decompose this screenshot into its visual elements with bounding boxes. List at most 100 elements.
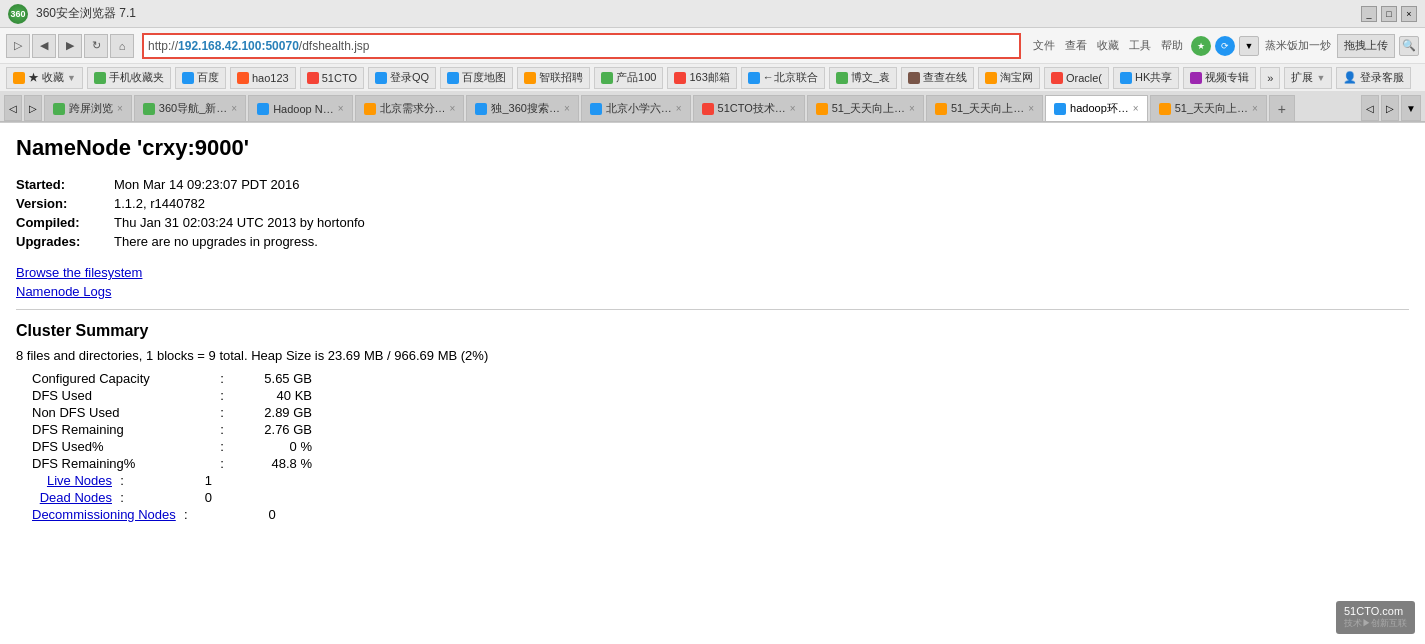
new-tab-button[interactable]: + (1269, 95, 1295, 121)
back-button[interactable]: ◀ (32, 34, 56, 58)
sync-icon[interactable]: ⟳ (1215, 36, 1235, 56)
url-host: 192.168.42.100:50070 (178, 39, 299, 53)
tab-close-icon[interactable]: × (1252, 103, 1258, 114)
dropdown-icon[interactable]: ▼ (1239, 36, 1259, 56)
tab-ctrl-right[interactable]: ▷ (24, 95, 42, 121)
tab-close-icon[interactable]: × (790, 103, 796, 114)
tab-hadoop-env[interactable]: hadoop环… × (1045, 95, 1148, 121)
360-icon[interactable]: ★ (1191, 36, 1211, 56)
tab-51-up2[interactable]: 51_天天向上… × (926, 95, 1043, 121)
bookmark-taobao[interactable]: 淘宝网 (978, 67, 1040, 89)
bookmark-login[interactable]: 👤 登录客服 (1336, 67, 1411, 89)
tab-360nav[interactable]: 360导航_新… × (134, 95, 246, 121)
started-label: Started: (16, 177, 106, 192)
tab-close-icon[interactable]: × (564, 103, 570, 114)
tab-close-icon[interactable]: × (909, 103, 915, 114)
dead-nodes-link[interactable]: Dead Nodes (40, 490, 112, 505)
menu-tools[interactable]: 工具 (1125, 38, 1155, 53)
menu-view[interactable]: 查看 (1061, 38, 1091, 53)
link-section: Browse the filesystem Namenode Logs (16, 265, 1409, 299)
home-button[interactable]: ⌂ (110, 34, 134, 58)
tab-close-icon[interactable]: × (117, 103, 123, 114)
bookmark-yuan[interactable]: 博文_袁 (829, 67, 897, 89)
bookmark-51cto[interactable]: 51CTO (300, 67, 364, 89)
bookmark-hao123[interactable]: hao123 (230, 67, 296, 89)
upload-button[interactable]: 拖拽上传 (1337, 34, 1395, 58)
search-bar-icon[interactable]: 🔍 (1399, 36, 1419, 56)
tab-51-up1[interactable]: 51_天天向上… × (807, 95, 924, 121)
decommissioning-nodes-link[interactable]: Decommissioning Nodes (32, 507, 176, 522)
cluster-row-dfs-used: DFS Used : 40 KB (32, 388, 1409, 403)
bookmark-bjlianhe[interactable]: ←北京联合 (741, 67, 825, 89)
tab-bj-demand[interactable]: 北京需求分… × (355, 95, 465, 121)
tab-icon (590, 103, 602, 115)
namenode-logs-link[interactable]: Namenode Logs (16, 284, 1409, 299)
close-button[interactable]: × (1401, 6, 1417, 22)
tab-51-up3[interactable]: 51_天天向上… × (1150, 95, 1267, 121)
refresh-button[interactable]: ↻ (84, 34, 108, 58)
tab-close-icon[interactable]: × (676, 103, 682, 114)
tab-close-icon[interactable]: × (1028, 103, 1034, 114)
started-value: Mon Mar 14 09:23:07 PDT 2016 (114, 177, 300, 192)
compiled-value: Thu Jan 31 02:03:24 UTC 2013 by hortonfo (114, 215, 365, 230)
forward-button[interactable]: ▶ (58, 34, 82, 58)
menu-help[interactable]: 帮助 (1157, 38, 1187, 53)
cluster-table: Configured Capacity : 5.65 GB DFS Used :… (32, 371, 1409, 522)
tab-icon (143, 103, 155, 115)
minimize-button[interactable]: _ (1361, 6, 1377, 22)
address-bar[interactable]: http:// 192.168.42.100:50070 /dfshealth.… (142, 33, 1021, 59)
info-row-started: Started: Mon Mar 14 09:23:07 PDT 2016 (16, 177, 1409, 192)
bookmark-baidumap[interactable]: 百度地图 (440, 67, 513, 89)
browse-filesystem-link[interactable]: Browse the filesystem (16, 265, 1409, 280)
cluster-row-non-dfs-used: Non DFS Used : 2.89 GB (32, 405, 1409, 420)
maximize-button[interactable]: □ (1381, 6, 1397, 22)
tab-icon (1159, 103, 1171, 115)
navigation-toolbar: ▷ ◀ ▶ ↻ ⌂ http:// 192.168.42.100:50070 /… (0, 28, 1425, 64)
bookmark-163[interactable]: 163邮箱 (667, 67, 736, 89)
cluster-summary-title: Cluster Summary (16, 322, 1409, 340)
tab-close-icon[interactable]: × (1133, 103, 1139, 114)
bookmark-oracle[interactable]: Oracle( (1044, 67, 1109, 89)
tab-icon (702, 103, 714, 115)
bookmark-zhilian[interactable]: 智联招聘 (517, 67, 590, 89)
tab-bj-school[interactable]: 北京小学六… × (581, 95, 691, 121)
tab-scroll-right[interactable]: ▷ (1381, 95, 1399, 121)
bookmark-qq[interactable]: 登录QQ (368, 67, 436, 89)
window-controls[interactable]: _ □ × (1361, 6, 1417, 22)
bookmark-baidu[interactable]: 百度 (175, 67, 226, 89)
compiled-label: Compiled: (16, 215, 106, 230)
tab-close-icon[interactable]: × (338, 103, 344, 114)
tab-close-icon[interactable]: × (231, 103, 237, 114)
cluster-row-dfs-used-pct: DFS Used% : 0 % (32, 439, 1409, 454)
browser-chrome: 360 360安全浏览器 7.1 _ □ × ▷ ◀ ▶ ↻ ⌂ http://… (0, 0, 1425, 123)
nav-tabs-button[interactable]: ▷ (6, 34, 30, 58)
tab-scroll-left[interactable]: ◁ (1361, 95, 1379, 121)
menu-file[interactable]: 文件 (1029, 38, 1059, 53)
bookmark-hkshare[interactable]: HK共享 (1113, 67, 1179, 89)
bookmark-product100[interactable]: 产品100 (594, 67, 663, 89)
tab-list-button[interactable]: ▼ (1401, 95, 1421, 121)
upgrades-value: There are no upgrades in progress. (114, 234, 318, 249)
version-value: 1.1.2, r1440782 (114, 196, 205, 211)
bookmark-mobile[interactable]: 手机收藏夹 (87, 67, 171, 89)
tab-close-icon[interactable]: × (450, 103, 456, 114)
tab-kuaping[interactable]: 跨屏浏览 × (44, 95, 132, 121)
bookmark-more[interactable]: » (1260, 67, 1280, 89)
bookmark-chacha[interactable]: 查查在线 (901, 67, 974, 89)
tab-ctrl-left[interactable]: ◁ (4, 95, 22, 121)
bookmarks-bar: ★ 收藏 ▼ 手机收藏夹 百度 hao123 51CTO 登录QQ 百度地图 (0, 64, 1425, 92)
tab-icon (816, 103, 828, 115)
tab-hadoop-n[interactable]: Hadoop N… × (248, 95, 352, 121)
version-label: Version: (16, 196, 106, 211)
bookmark-extensions[interactable]: 扩展 ▼ (1284, 67, 1332, 89)
tab-360search[interactable]: 独_360搜索… × (466, 95, 578, 121)
bookmark-video[interactable]: 视频专辑 (1183, 67, 1256, 89)
page-content: NameNode 'crxy:9000' Started: Mon Mar 14… (0, 123, 1425, 536)
bookmark-favorites[interactable]: ★ 收藏 ▼ (6, 67, 83, 89)
cluster-summary-line: 8 files and directories, 1 blocks = 9 to… (16, 348, 1409, 363)
info-table: Started: Mon Mar 14 09:23:07 PDT 2016 Ve… (16, 177, 1409, 249)
browser-title: 360安全浏览器 7.1 (36, 5, 136, 22)
menu-favorites[interactable]: 收藏 (1093, 38, 1123, 53)
tab-51cto-tech[interactable]: 51CTO技术… × (693, 95, 805, 121)
live-nodes-link[interactable]: Live Nodes (47, 473, 112, 488)
